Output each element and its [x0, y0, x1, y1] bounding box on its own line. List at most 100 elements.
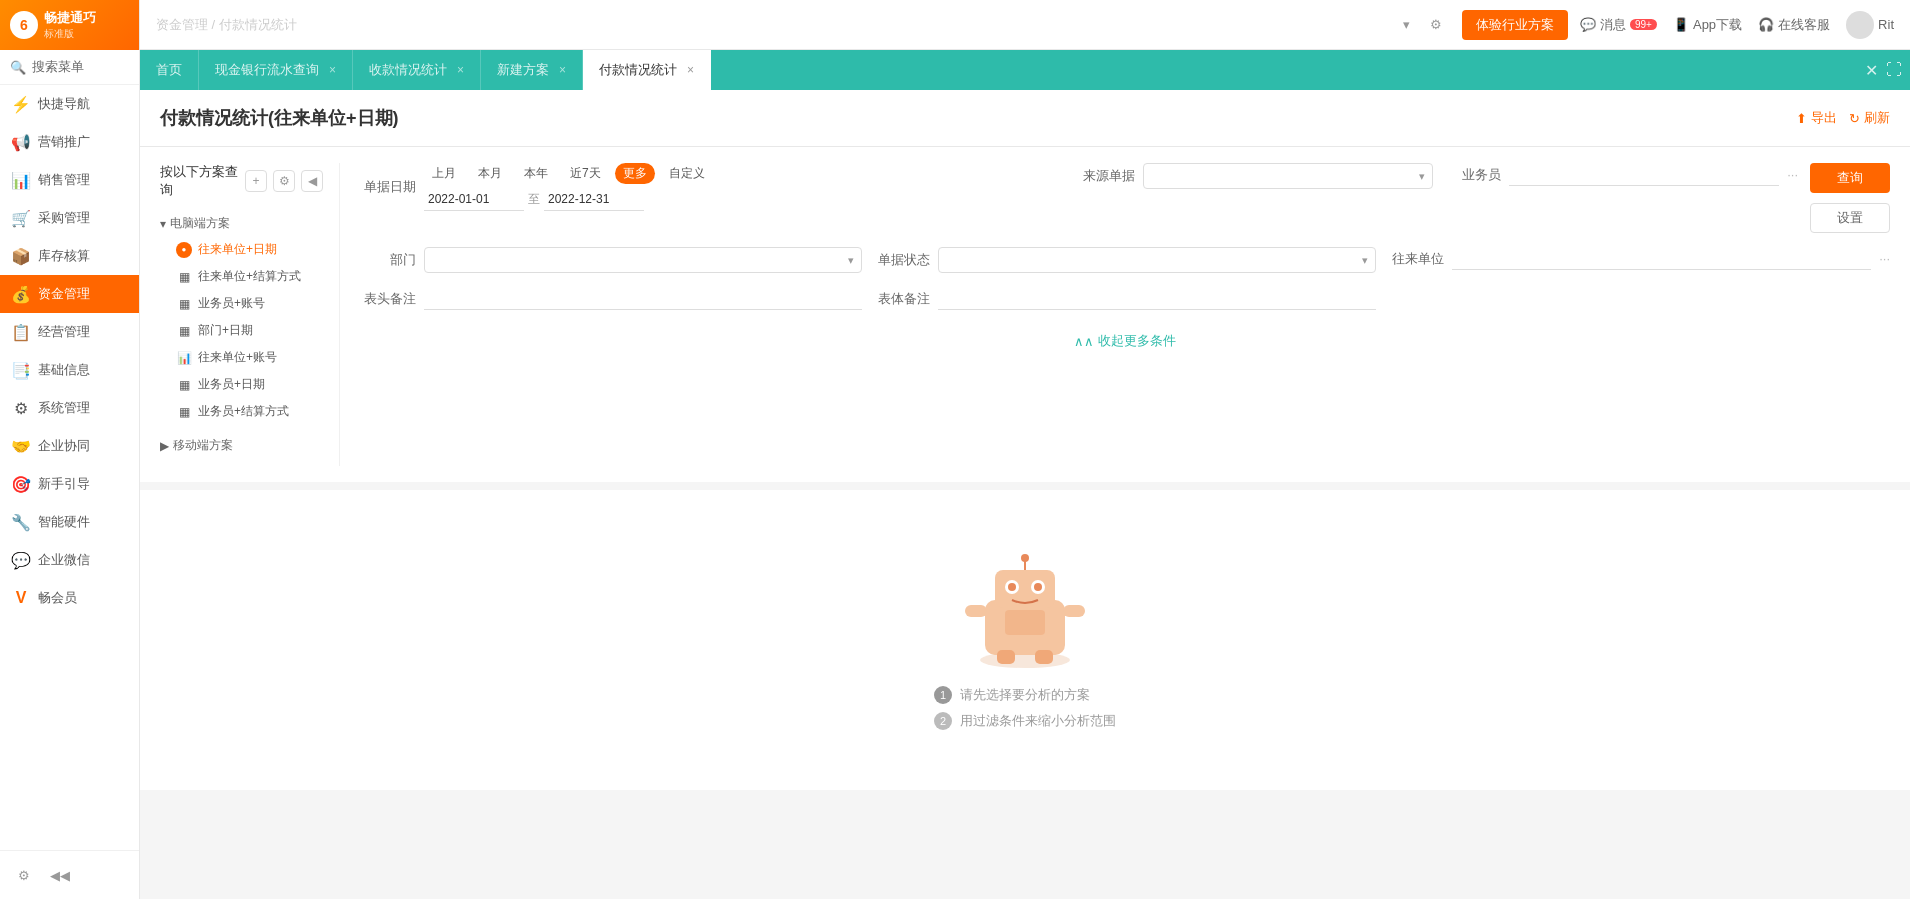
tab-payment-stats-close[interactable]: × — [687, 63, 694, 77]
svg-point-5 — [1008, 583, 1016, 591]
department-select[interactable] — [424, 247, 862, 273]
voucher-date-label: 单据日期 — [360, 178, 416, 196]
collapse-more-btn[interactable]: ∧∧ 收起更多条件 — [360, 324, 1890, 358]
sidebar-item-finance[interactable]: 💰 资金管理 — [0, 275, 139, 313]
sidebar-item-wechat[interactable]: 💬 企业微信 — [0, 541, 139, 579]
counterparty-dots-btn[interactable]: ··· — [1879, 251, 1890, 266]
tab-payment-stats[interactable]: 付款情况统计 × — [583, 50, 711, 90]
topbar-settings-btn[interactable]: ⚙ — [1422, 11, 1450, 39]
tab-actions: ✕ ⛶ — [1857, 50, 1910, 90]
query-btn[interactable]: 查询 — [1810, 163, 1890, 193]
page-title: 付款情况统计(往来单位+日期) — [160, 106, 399, 130]
scheme-item-unit-account[interactable]: 📊 往来单位+账号 — [160, 344, 323, 371]
tab-close-all-btn[interactable]: ✕ — [1865, 61, 1878, 80]
tab-bank-flow-label: 现金银行流水查询 — [215, 61, 319, 79]
salesperson-input[interactable] — [1509, 163, 1780, 186]
search-menu[interactable]: 🔍 搜索菜单 — [0, 50, 139, 85]
sidebar-item-operations[interactable]: 📋 经营管理 — [0, 313, 139, 351]
date-btn-7days[interactable]: 近7天 — [562, 163, 609, 184]
counterparty-label: 往来单位 — [1388, 250, 1444, 268]
message-icon: 💬 — [1580, 17, 1596, 32]
table-body-note-input[interactable] — [938, 287, 1376, 310]
online-service-btn[interactable]: 🎧 在线客服 — [1758, 16, 1830, 34]
table-head-note-input[interactable] — [424, 287, 862, 310]
sidebar-item-quick-nav[interactable]: ⚡ 快捷导航 — [0, 85, 139, 123]
app-download-btn[interactable]: 📱 App下载 — [1673, 16, 1742, 34]
sidebar-item-label: 库存核算 — [38, 247, 90, 265]
date-btn-last-month[interactable]: 上月 — [424, 163, 464, 184]
scheme-item-unit-date[interactable]: ● 往来单位+日期 — [160, 236, 323, 263]
sidebar-item-label: 销售管理 — [38, 171, 90, 189]
scheme-grid-icon: ▦ — [176, 323, 192, 339]
filter-row-2: 部门 单据状态 — [360, 247, 1890, 273]
export-label: 导出 — [1811, 109, 1837, 127]
search-icon: 🔍 — [10, 60, 26, 75]
scheme-item-staff-settle[interactable]: ▦ 业务员+结算方式 — [160, 398, 323, 425]
sidebar-item-smart[interactable]: 🔧 智能硬件 — [0, 503, 139, 541]
trial-btn[interactable]: 体验行业方案 — [1462, 10, 1568, 40]
tab-bank-flow[interactable]: 现金银行流水查询 × — [199, 50, 353, 90]
filter-sidebar-actions: + ⚙ ◀ — [245, 170, 323, 192]
sidebar-item-label: 资金管理 — [38, 285, 90, 303]
tab-maximize-btn[interactable]: ⛶ — [1886, 61, 1902, 79]
scheme-group-desktop-toggle[interactable]: ▾ 电脑端方案 — [160, 211, 323, 236]
sidebar-item-enterprise[interactable]: 🤝 企业协同 — [0, 427, 139, 465]
date-btn-this-month[interactable]: 本月 — [470, 163, 510, 184]
refresh-btn[interactable]: ↻ 刷新 — [1849, 109, 1890, 127]
sidebar-item-label: 新手引导 — [38, 475, 90, 493]
sidebar-item-sales[interactable]: 📊 销售管理 — [0, 161, 139, 199]
empty-illustration — [950, 550, 1100, 670]
export-btn[interactable]: ⬆ 导出 — [1796, 109, 1837, 127]
tab-receipts-close[interactable]: × — [457, 63, 464, 77]
tab-bank-flow-close[interactable]: × — [329, 63, 336, 77]
tab-receipts[interactable]: 收款情况统计 × — [353, 50, 481, 90]
scheme-group-mobile-toggle[interactable]: ▶ 移动端方案 — [160, 433, 323, 458]
voucher-status-select[interactable] — [938, 247, 1376, 273]
salesperson-dots-btn[interactable]: ··· — [1787, 167, 1798, 182]
salesperson-label: 业务员 — [1445, 166, 1501, 184]
scheme-item-unit-settle[interactable]: ▦ 往来单位+结算方式 — [160, 263, 323, 290]
topbar-dropdown-btn[interactable]: ▾ — [1403, 17, 1410, 32]
sidebar-item-inventory[interactable]: 📦 库存核算 — [0, 237, 139, 275]
sidebar-item-purchase[interactable]: 🛒 采购管理 — [0, 199, 139, 237]
scheme-item-staff-account[interactable]: ▦ 业务员+账号 — [160, 290, 323, 317]
date-start-input[interactable] — [424, 188, 524, 211]
sidebar-item-label: 基础信息 — [38, 361, 90, 379]
tab-new-plan[interactable]: 新建方案 × — [481, 50, 583, 90]
sidebar-item-basics[interactable]: 📑 基础信息 — [0, 351, 139, 389]
empty-state-area: 1 请先选择要分析的方案 2 用过滤条件来缩小分析范围 — [140, 490, 1910, 790]
tab-home[interactable]: 首页 — [140, 50, 199, 90]
salesperson-field: 业务员 ··· — [1445, 163, 1799, 186]
sidebar-item-guide[interactable]: 🎯 新手引导 — [0, 465, 139, 503]
voucher-date-value: 上月 本月 本年 近7天 更多 自定义 至 — [424, 163, 1067, 211]
scheme-item-dept-date[interactable]: ▦ 部门+日期 — [160, 317, 323, 344]
sidebar-item-member[interactable]: V 畅会员 — [0, 579, 139, 617]
filter-sidebar-title: 按以下方案查询 — [160, 163, 245, 199]
scheme-item-staff-date[interactable]: ▦ 业务员+日期 — [160, 371, 323, 398]
notifications-btn[interactable]: 💬 消息 99+ — [1580, 16, 1657, 34]
scheme-item-label: 往来单位+账号 — [198, 349, 277, 366]
topbar: 资金管理 / 付款情况统计 ▾ ⚙ 体验行业方案 💬 消息 99+ 📱 App下… — [140, 0, 1910, 50]
date-end-input[interactable] — [544, 188, 644, 211]
sidebar-item-marketing[interactable]: 📢 营销推广 — [0, 123, 139, 161]
filter-row-1: 单据日期 上月 本月 本年 近7天 更多 自定义 — [360, 163, 1890, 233]
scheme-collapse-btn[interactable]: ◀ — [301, 170, 323, 192]
user-menu-btn[interactable]: Rit — [1846, 11, 1894, 39]
sidebar-item-system[interactable]: ⚙ 系统管理 — [0, 389, 139, 427]
scheme-grid-icon: ▦ — [176, 404, 192, 420]
scheme-settings-btn[interactable]: ⚙ — [273, 170, 295, 192]
tab-new-plan-close[interactable]: × — [559, 63, 566, 77]
footer-settings-btn[interactable]: ⚙ — [10, 861, 38, 889]
date-btn-more[interactable]: 更多 — [615, 163, 655, 184]
counterparty-input[interactable] — [1452, 247, 1871, 270]
sidebar-nav: ⚡ 快捷导航 📢 营销推广 📊 销售管理 🛒 采购管理 📦 库存核算 💰 资金管… — [0, 85, 139, 850]
filter-settings-btn[interactable]: 设置 — [1810, 203, 1890, 233]
footer-collapse-btn[interactable]: ◀◀ — [46, 861, 74, 889]
tip-text-2: 用过滤条件来缩小分析范围 — [960, 712, 1116, 730]
user-name: Rit — [1878, 17, 1894, 32]
date-btn-this-year[interactable]: 本年 — [516, 163, 556, 184]
source-voucher-select[interactable] — [1143, 163, 1433, 189]
voucher-status-label: 单据状态 — [874, 251, 930, 269]
add-scheme-btn[interactable]: + — [245, 170, 267, 192]
date-btn-custom[interactable]: 自定义 — [661, 163, 713, 184]
